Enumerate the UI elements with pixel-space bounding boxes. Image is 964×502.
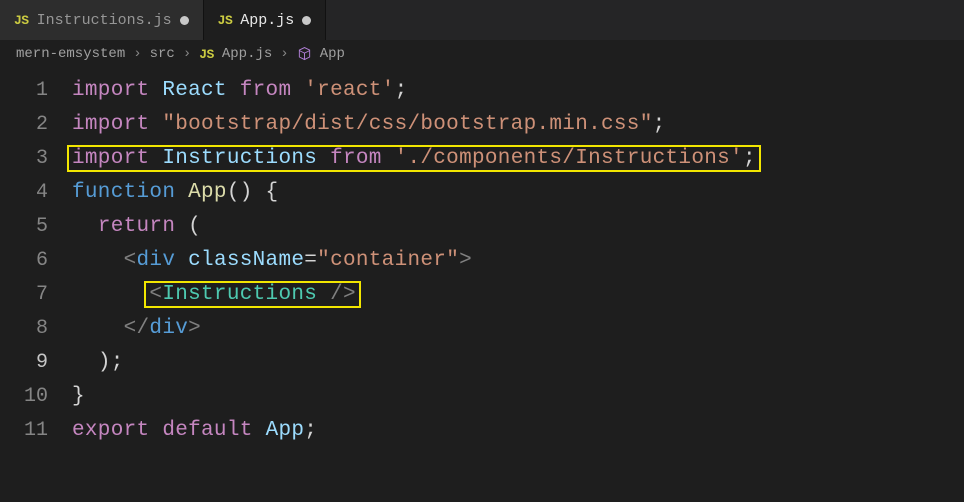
code-line[interactable]: 11 export default App; bbox=[0, 414, 964, 448]
code-line[interactable]: 9 ); bbox=[0, 346, 964, 380]
code-line[interactable]: 5 return ( bbox=[0, 210, 964, 244]
tab-instructions[interactable]: JS Instructions.js bbox=[0, 0, 204, 40]
code-line[interactable]: 4 function App() { bbox=[0, 176, 964, 210]
line-number: 8 bbox=[0, 312, 72, 346]
line-number: 5 bbox=[0, 210, 72, 244]
tab-label: Instructions.js bbox=[37, 12, 172, 29]
code-line[interactable]: 2 import "bootstrap/dist/css/bootstrap.m… bbox=[0, 108, 964, 142]
code-line[interactable]: 8 </div> bbox=[0, 312, 964, 346]
line-number: 2 bbox=[0, 108, 72, 142]
breadcrumb-seg[interactable]: App.js bbox=[222, 46, 272, 62]
tab-app[interactable]: JS App.js bbox=[204, 0, 327, 40]
breadcrumb-seg[interactable]: src bbox=[150, 46, 175, 62]
highlight-box: import Instructions from './components/I… bbox=[67, 145, 761, 172]
code-line[interactable]: 10 } bbox=[0, 380, 964, 414]
line-number: 1 bbox=[0, 74, 72, 108]
dirty-dot bbox=[180, 16, 189, 25]
code-line[interactable]: 1 import React from 'react'; bbox=[0, 74, 964, 108]
dirty-dot bbox=[302, 16, 311, 25]
js-icon: JS bbox=[199, 47, 214, 62]
tab-bar: JS Instructions.js JS App.js bbox=[0, 0, 964, 40]
line-number: 9 bbox=[0, 346, 72, 380]
line-number: 6 bbox=[0, 244, 72, 278]
line-number: 3 bbox=[0, 142, 72, 176]
line-number: 10 bbox=[0, 380, 72, 414]
chevron-right-icon: › bbox=[133, 46, 141, 62]
breadcrumb-seg[interactable]: mern-emsystem bbox=[16, 46, 125, 62]
code-line[interactable]: 7 <Instructions /> bbox=[0, 278, 964, 312]
editor[interactable]: 1 import React from 'react'; 2 import "b… bbox=[0, 68, 964, 448]
cube-icon bbox=[297, 46, 312, 62]
line-number: 7 bbox=[0, 278, 72, 312]
line-number: 11 bbox=[0, 414, 72, 448]
js-icon: JS bbox=[218, 13, 233, 28]
line-number: 4 bbox=[0, 176, 72, 210]
highlight-box: <Instructions /> bbox=[144, 281, 360, 308]
code-line[interactable]: 3 import Instructions from './components… bbox=[0, 142, 964, 176]
js-icon: JS bbox=[14, 13, 29, 28]
breadcrumb[interactable]: mern-emsystem › src › JS App.js › App bbox=[0, 40, 964, 68]
breadcrumb-seg[interactable]: App bbox=[320, 46, 345, 62]
chevron-right-icon: › bbox=[183, 46, 191, 62]
chevron-right-icon: › bbox=[280, 46, 288, 62]
code-line[interactable]: 6 <div className="container"> bbox=[0, 244, 964, 278]
tab-label: App.js bbox=[240, 12, 294, 29]
